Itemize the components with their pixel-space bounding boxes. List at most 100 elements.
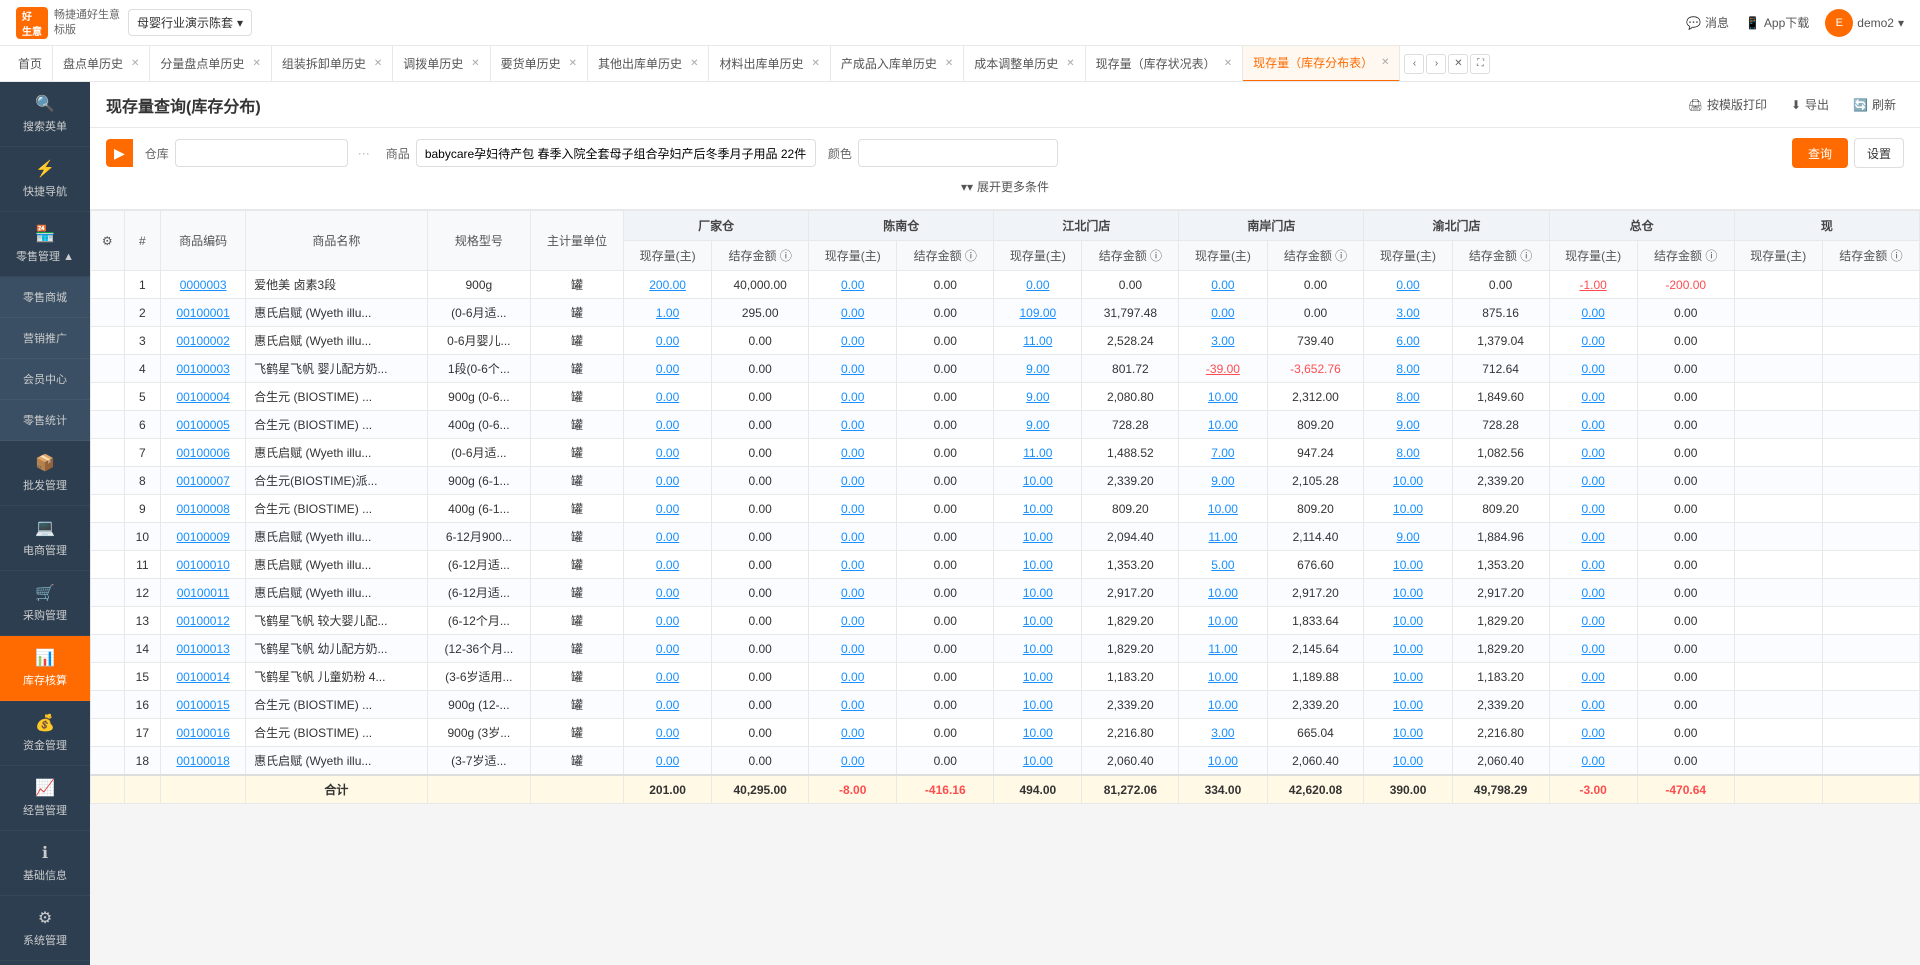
cell-na-qty[interactable]: 3.00 (1179, 719, 1267, 747)
nav-tab-10[interactable]: 现存量（库存分布表） ✕ (1243, 46, 1400, 82)
cell-yb-qty[interactable]: 10.00 (1364, 607, 1452, 635)
cell-na-qty[interactable]: 3.00 (1179, 327, 1267, 355)
cell-cn-qty[interactable]: 0.00 (809, 607, 897, 635)
cell-cn-qty[interactable]: 0.00 (809, 747, 897, 776)
close-icon[interactable]: ✕ (569, 58, 577, 69)
sidebar-item-finance[interactable]: 💰 资金管理 (0, 701, 90, 766)
cell-na-qty[interactable]: 11.00 (1179, 523, 1267, 551)
app-download-btn[interactable]: 📱 App下载 (1745, 14, 1809, 31)
refresh-btn[interactable]: 🔄 刷新 (1845, 92, 1904, 117)
sidebar-item-retail-mgmt[interactable]: 🏪 零售管理 ▲ (0, 212, 90, 277)
cell-tot-qty[interactable]: 0.00 (1549, 579, 1637, 607)
cell-jb-qty[interactable]: 9.00 (994, 355, 1082, 383)
cell-yb-qty[interactable]: 8.00 (1364, 383, 1452, 411)
cell-cn-qty[interactable]: 0.00 (809, 719, 897, 747)
cell-cn-qty[interactable]: 0.00 (809, 635, 897, 663)
nav-tab-7[interactable]: 产成品入库单历史 ✕ (831, 46, 964, 82)
cell-yb-qty[interactable]: 9.00 (1364, 411, 1452, 439)
cell-tot-qty[interactable]: 0.00 (1549, 495, 1637, 523)
cell-na-qty[interactable]: 10.00 (1179, 607, 1267, 635)
cell-fac-qty[interactable]: 0.00 (624, 355, 712, 383)
sidebar-item-search[interactable]: 🔍 搜索英单 (0, 82, 90, 147)
cell-jb-qty[interactable]: 9.00 (994, 383, 1082, 411)
cell-jb-qty[interactable]: 10.00 (994, 467, 1082, 495)
cell-code[interactable]: 00100003 (161, 355, 246, 383)
cell-fac-qty[interactable]: 0.00 (624, 691, 712, 719)
color-input[interactable] (858, 139, 1058, 167)
cell-jb-qty[interactable]: 10.00 (994, 495, 1082, 523)
cell-jb-qty[interactable]: 10.00 (994, 719, 1082, 747)
nav-tab-9[interactable]: 现存量（库存状况表） ✕ (1086, 46, 1243, 82)
cell-na-qty[interactable]: 10.00 (1179, 383, 1267, 411)
cell-cn-qty[interactable]: 0.00 (809, 411, 897, 439)
sidebar-item-retail-stats[interactable]: 零售统计 (0, 400, 90, 441)
cell-code[interactable]: 00100010 (161, 551, 246, 579)
cell-yb-qty[interactable]: 3.00 (1364, 299, 1452, 327)
cell-tot-qty[interactable]: 0.00 (1549, 327, 1637, 355)
store-selector[interactable]: 母婴行业演示陈套 ▾ (128, 9, 252, 36)
nav-tab-8[interactable]: 成本调整单历史 ✕ (964, 46, 1085, 82)
cell-code[interactable]: 00100011 (161, 579, 246, 607)
cell-jb-qty[interactable]: 11.00 (994, 439, 1082, 467)
cell-code[interactable]: 0000003 (161, 271, 246, 299)
cell-fac-qty[interactable]: 0.00 (624, 663, 712, 691)
cell-na-qty[interactable]: 10.00 (1179, 411, 1267, 439)
nav-next-btn[interactable]: › (1426, 54, 1446, 74)
cell-tot-qty[interactable]: 0.00 (1549, 355, 1637, 383)
cell-code[interactable]: 00100009 (161, 523, 246, 551)
cell-tot-qty[interactable]: 0.00 (1549, 635, 1637, 663)
cell-na-qty[interactable]: 10.00 (1179, 579, 1267, 607)
cell-na-qty[interactable]: -39.00 (1179, 355, 1267, 383)
cell-yb-qty[interactable]: 10.00 (1364, 663, 1452, 691)
cell-tot-qty[interactable]: 0.00 (1549, 439, 1637, 467)
sidebar-item-marketing[interactable]: 营销推广 (0, 318, 90, 359)
cell-tot-qty[interactable]: 0.00 (1549, 691, 1637, 719)
cell-na-qty[interactable]: 10.00 (1179, 691, 1267, 719)
close-icon[interactable]: ✕ (1066, 58, 1074, 69)
cell-fac-qty[interactable]: 1.00 (624, 299, 712, 327)
cell-yb-qty[interactable]: 10.00 (1364, 579, 1452, 607)
nav-tab-3[interactable]: 调拨单历史 ✕ (393, 46, 490, 82)
cell-code[interactable]: 00100002 (161, 327, 246, 355)
cell-code[interactable]: 00100012 (161, 607, 246, 635)
cell-na-qty[interactable]: 10.00 (1179, 747, 1267, 776)
cell-code[interactable]: 00100005 (161, 411, 246, 439)
cell-na-qty[interactable]: 10.00 (1179, 495, 1267, 523)
cell-cn-qty[interactable]: 0.00 (809, 383, 897, 411)
cell-jb-qty[interactable]: 9.00 (994, 411, 1082, 439)
cell-cn-qty[interactable]: 0.00 (809, 495, 897, 523)
cell-cn-qty[interactable]: 0.00 (809, 299, 897, 327)
cell-na-qty[interactable]: 10.00 (1179, 663, 1267, 691)
close-icon[interactable]: ✕ (252, 58, 260, 69)
cell-jb-qty[interactable]: 10.00 (994, 663, 1082, 691)
cell-cn-qty[interactable]: 0.00 (809, 523, 897, 551)
cell-yb-qty[interactable]: 8.00 (1364, 355, 1452, 383)
cell-cn-qty[interactable]: 0.00 (809, 439, 897, 467)
sidebar-item-nav[interactable]: ⚡ 快捷导航 (0, 147, 90, 212)
cell-yb-qty[interactable]: 6.00 (1364, 327, 1452, 355)
nav-prev-btn[interactable]: ‹ (1404, 54, 1424, 74)
cell-tot-qty[interactable]: 0.00 (1549, 383, 1637, 411)
sidebar-item-basic-info[interactable]: ℹ 基础信息 (0, 831, 90, 896)
cell-tot-qty[interactable]: 0.00 (1549, 523, 1637, 551)
user-area[interactable]: E demo2 ▾ (1825, 9, 1904, 37)
cell-jb-qty[interactable]: 0.00 (994, 271, 1082, 299)
filter-expand-btn[interactable]: ▶ (106, 139, 133, 167)
print-btn[interactable]: 🖨 按模版打印 (1680, 92, 1775, 117)
nav-tab-home[interactable]: 首页 (8, 46, 53, 82)
close-icon[interactable]: ✕ (690, 58, 698, 69)
cell-na-qty[interactable]: 9.00 (1179, 467, 1267, 495)
cell-fac-qty[interactable]: 0.00 (624, 747, 712, 776)
cell-cn-qty[interactable]: 0.00 (809, 663, 897, 691)
cell-yb-qty[interactable]: 10.00 (1364, 495, 1452, 523)
cell-yb-qty[interactable]: 10.00 (1364, 635, 1452, 663)
cell-code[interactable]: 00100015 (161, 691, 246, 719)
cell-fac-qty[interactable]: 0.00 (624, 467, 712, 495)
cell-na-qty[interactable]: 0.00 (1179, 271, 1267, 299)
close-icon[interactable]: ✕ (374, 58, 382, 69)
cell-fac-qty[interactable]: 0.00 (624, 327, 712, 355)
sidebar-item-operations[interactable]: 📈 经营管理 (0, 766, 90, 831)
sidebar-item-collab[interactable]: 🤝 企业协同 (0, 961, 90, 965)
cell-cn-qty[interactable]: 0.00 (809, 327, 897, 355)
cell-code[interactable]: 00100013 (161, 635, 246, 663)
